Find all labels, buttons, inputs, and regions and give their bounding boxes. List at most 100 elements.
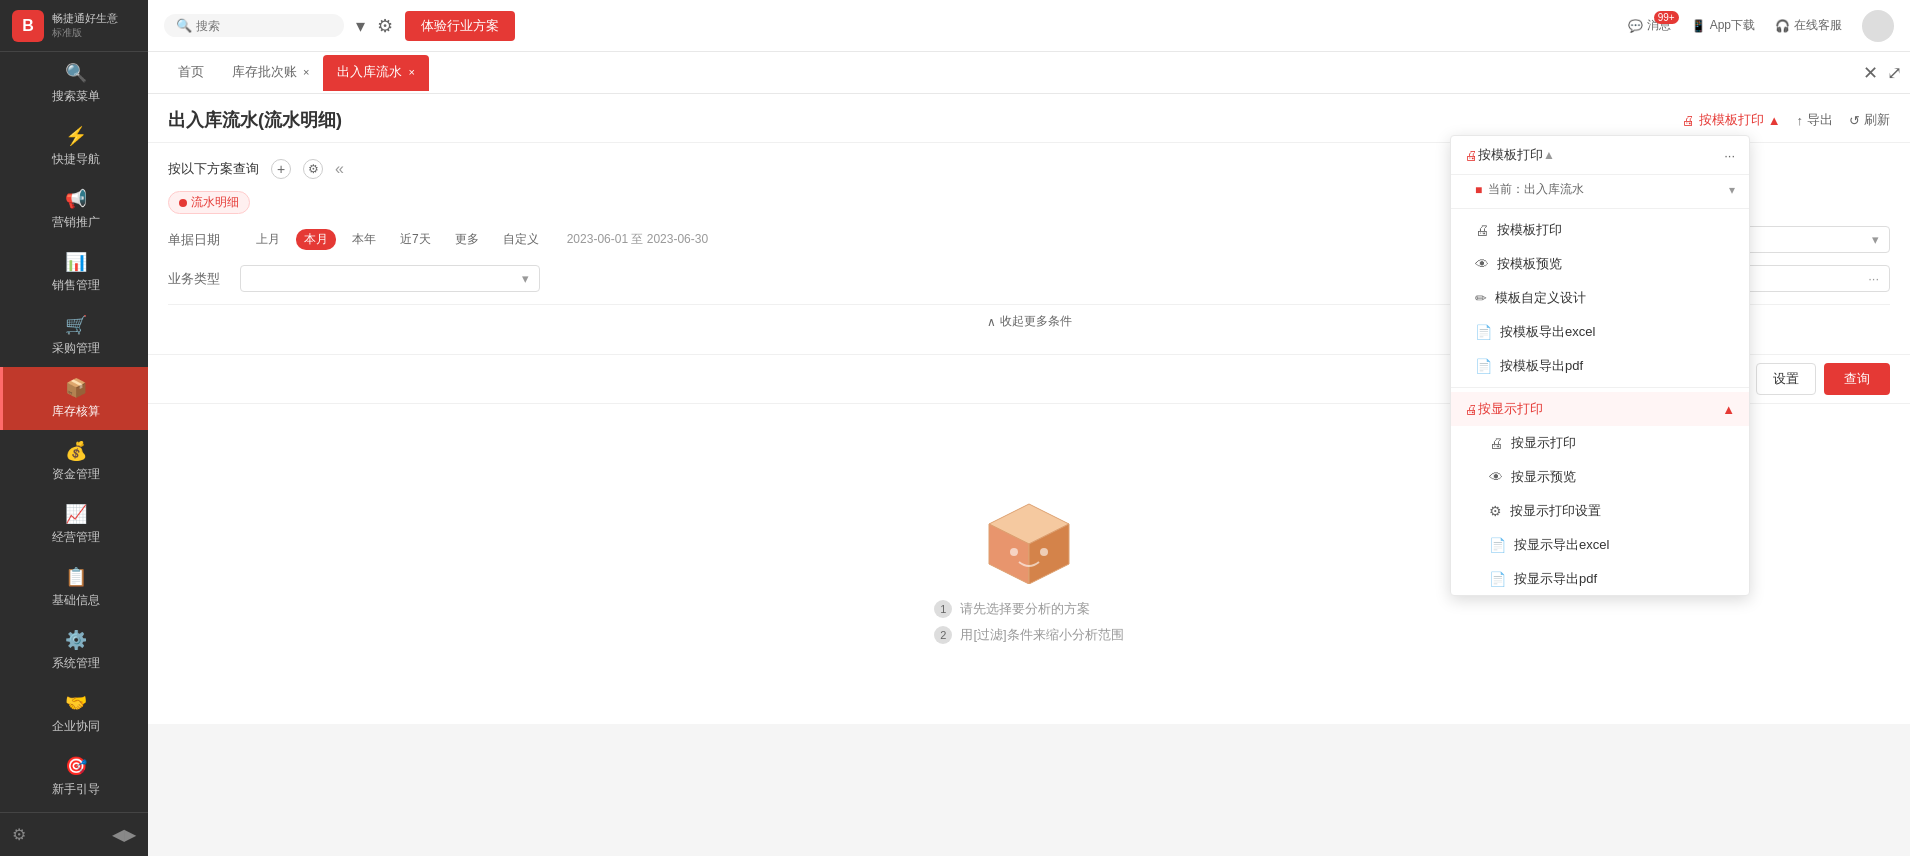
sidebar-item-finance[interactable]: 💰 资金管理 — [0, 430, 148, 493]
empty-hint-1: 1 请先选择要分析的方案 — [934, 600, 1123, 618]
handshake-icon: 🤝 — [65, 692, 87, 714]
tab-home[interactable]: 首页 — [164, 55, 218, 91]
dropdown-item-template-preview[interactable]: 👁 按模板预览 — [1451, 247, 1749, 281]
sidebar-item-search[interactable]: 🔍 搜索菜单 — [0, 52, 148, 115]
date-tab-custom[interactable]: 自定义 — [495, 229, 547, 250]
online-service-action[interactable]: 🎧 在线客服 — [1775, 17, 1842, 34]
settings-btn[interactable]: 设置 — [1756, 363, 1816, 395]
sidebar-item-label: 快捷导航 — [52, 151, 100, 168]
search-bar[interactable]: 🔍 — [164, 14, 344, 37]
date-tab-more[interactable]: 更多 — [447, 229, 487, 250]
query-btn[interactable]: 查询 — [1824, 363, 1890, 395]
filter-collapse-btn[interactable]: « — [335, 160, 344, 178]
template-print-section: 🖨 按模板打印 👁 按模板预览 ✏ 模板自定义设计 📄 按模板导出excel 📄… — [1451, 213, 1749, 383]
dropdown-item-display-pdf[interactable]: 📄 按显示导出pdf — [1451, 562, 1749, 595]
page-title: 出入库流水(流水明细) — [168, 108, 342, 132]
sidebar-item-sales[interactable]: 📊 销售管理 — [0, 241, 148, 304]
sidebar-item-operation[interactable]: 📈 经营管理 — [0, 493, 148, 556]
tab-flow[interactable]: 出入库流水 × — [323, 55, 428, 91]
display-group-label: 按显示打印 — [1478, 400, 1543, 418]
tab-batch-label: 库存批次账 — [232, 63, 297, 81]
filter-add-btn[interactable]: + — [271, 159, 291, 179]
dropdown-item-display-print[interactable]: 🖨 按显示打印 — [1451, 426, 1749, 460]
top-header: 🔍 ▾ ⚙ 体验行业方案 💬 消息 99+ 📱 App下载 🎧 — [148, 0, 1910, 52]
message-action[interactable]: 💬 消息 99+ — [1628, 17, 1671, 34]
header-left: 🔍 ▾ ⚙ 体验行业方案 — [164, 11, 515, 41]
dropdown-item-display-settings[interactable]: ⚙ 按显示打印设置 — [1451, 494, 1749, 528]
date-tab-last-7[interactable]: 近7天 — [392, 229, 439, 250]
current-arrow-icon: ▾ — [1729, 183, 1735, 197]
refresh-action[interactable]: ↺ 刷新 — [1849, 111, 1890, 129]
tab-flow-close-icon[interactable]: × — [408, 66, 414, 78]
biz-type-select[interactable]: ▾ — [240, 265, 540, 292]
display-preview-label: 按显示预览 — [1511, 468, 1576, 486]
header-right: 💬 消息 99+ 📱 App下载 🎧 在线客服 — [1628, 10, 1894, 42]
dropdown-item-display-excel[interactable]: 📄 按显示导出excel — [1451, 528, 1749, 562]
page-title-actions: 🖨 按模板打印 ▲ ↑ 导出 ↺ 刷新 — [1682, 111, 1890, 129]
display-print-section: 🖨 按显示打印 👁 按显示预览 ⚙ 按显示打印设置 📄 按显示导出excel 📄… — [1451, 426, 1749, 595]
filter-tag-label: 流水明细 — [191, 194, 239, 211]
dropdown-arrow-icon[interactable]: ▾ — [356, 15, 365, 37]
template-preview-label: 按模板预览 — [1497, 255, 1562, 273]
date-tab-this-year[interactable]: 本年 — [344, 229, 384, 250]
tab-batch[interactable]: 库存批次账 × — [218, 55, 323, 91]
sidebar-item-label: 经营管理 — [52, 529, 100, 546]
megaphone-icon: 📢 — [65, 188, 87, 210]
sidebar-item-coop[interactable]: 🤝 企业协同 — [0, 682, 148, 745]
sidebar-item-basic[interactable]: 📋 基础信息 — [0, 556, 148, 619]
sidebar: B 畅捷通好生意 标准版 🔍 搜索菜单 ⚡ 快捷导航 📢 营销推广 📊 销售管理 — [0, 0, 148, 856]
print-dropdown-menu: 🖨 按模板打印 ▲ ··· ■ 当前：出入库流水 ▾ 🖨 按模板打印 👁 按模板… — [1450, 135, 1750, 596]
current-label-text: 当前：出入库流水 — [1488, 181, 1584, 198]
dropdown-header-arrow-icon[interactable]: ▲ — [1543, 148, 1555, 162]
eye-icon: 👁 — [1475, 256, 1489, 272]
app-download-action[interactable]: 📱 App下载 — [1691, 17, 1755, 34]
user-avatar[interactable] — [1862, 10, 1894, 42]
app-logo-icon: B — [12, 10, 44, 42]
display-settings-icon: ⚙ — [1489, 503, 1502, 519]
template-print-label: 按模板打印 — [1497, 221, 1562, 239]
sidebar-item-quicknav[interactable]: ⚡ 快捷导航 — [0, 115, 148, 178]
empty-svg-icon — [969, 484, 1089, 584]
sidebar-item-label: 系统管理 — [52, 655, 100, 672]
print-icon-header: 🖨 — [1465, 148, 1478, 163]
display-group-arrow-up-icon: ▲ — [1722, 402, 1735, 417]
export-action[interactable]: ↑ 导出 — [1797, 111, 1834, 129]
sidebar-item-inventory[interactable]: 📦 库存核算 — [0, 367, 148, 430]
sidebar-item-system[interactable]: ⚙️ 系统管理 — [0, 619, 148, 682]
gear-icon: ⚙️ — [65, 629, 87, 651]
date-tabs: 上月 本月 本年 近7天 更多 自定义 — [248, 229, 547, 250]
settings-icon[interactable]: ⚙ — [12, 825, 26, 844]
dropdown-item-template-print[interactable]: 🖨 按模板打印 — [1451, 213, 1749, 247]
hint-text-2: 用[过滤]条件来缩小分析范围 — [960, 626, 1123, 644]
document-icon: 📋 — [65, 566, 87, 588]
filter-settings-btn[interactable]: ⚙ — [303, 159, 323, 179]
date-tab-last-month[interactable]: 上月 — [248, 229, 288, 250]
tab-bar-close-icon[interactable]: ✕ — [1863, 62, 1878, 84]
header-gear-icon[interactable]: ⚙ — [377, 15, 393, 37]
dropdown-item-template-custom[interactable]: ✏ 模板自定义设计 — [1451, 281, 1749, 315]
dropdown-item-template-excel[interactable]: 📄 按模板导出excel — [1451, 315, 1749, 349]
sidebar-item-label: 基础信息 — [52, 592, 100, 609]
dropdown-divider-2 — [1451, 387, 1749, 388]
print-action[interactable]: 🖨 按模板打印 ▲ — [1682, 111, 1781, 129]
sidebar-item-purchase[interactable]: 🛒 采购管理 — [0, 304, 148, 367]
sidebar-item-marketing[interactable]: 📢 营销推广 — [0, 178, 148, 241]
biz-type-label: 业务类型 — [168, 270, 228, 288]
sidebar-brand: 畅捷通好生意 标准版 — [52, 11, 118, 39]
industry-btn[interactable]: 体验行业方案 — [405, 11, 515, 41]
pdf-icon: 📄 — [1475, 358, 1492, 374]
sidebar-item-guide[interactable]: 🎯 新手引导 — [0, 745, 148, 808]
template-custom-label: 模板自定义设计 — [1495, 289, 1586, 307]
tab-bar-expand-icon[interactable]: ⤢ — [1887, 62, 1902, 84]
tab-batch-close-icon[interactable]: × — [303, 66, 309, 78]
collapse-icon[interactable]: ◀▶ — [112, 825, 136, 844]
display-printer-icon: 🖨 — [1489, 435, 1503, 451]
date-tab-this-month[interactable]: 本月 — [296, 229, 336, 250]
dropdown-item-template-pdf[interactable]: 📄 按模板导出pdf — [1451, 349, 1749, 383]
sidebar-item-label: 新手引导 — [52, 781, 100, 798]
dropdown-item-display-preview[interactable]: 👁 按显示预览 — [1451, 460, 1749, 494]
filter-tag-dot — [179, 199, 187, 207]
display-print-group-header[interactable]: 🖨 按显示打印 ▲ — [1451, 392, 1749, 426]
dropdown-more-icon[interactable]: ··· — [1724, 148, 1735, 163]
search-input[interactable] — [196, 19, 326, 33]
